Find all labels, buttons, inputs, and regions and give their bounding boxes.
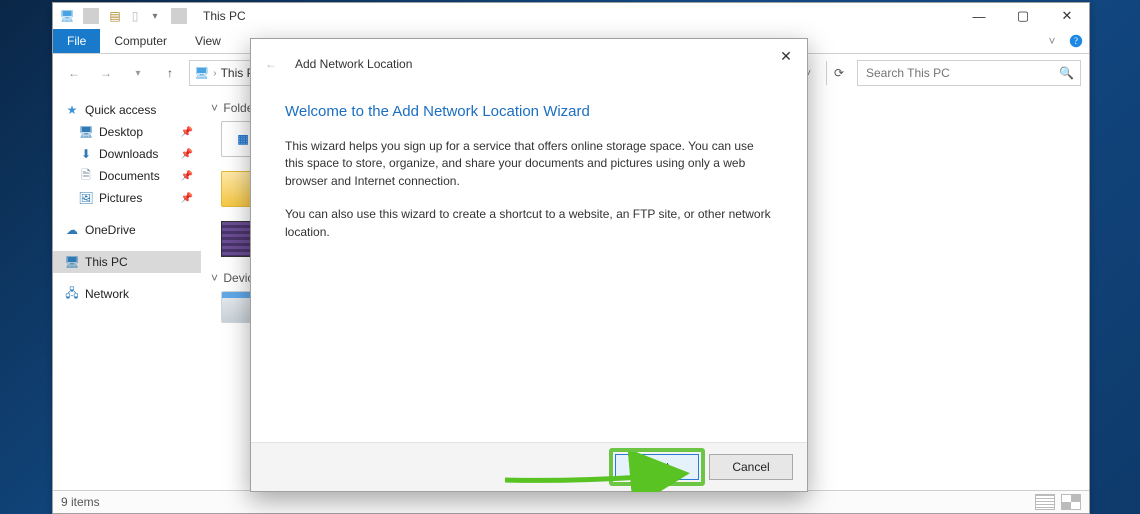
navigation-pane: ★ Quick access 🖥 Desktop 📌 ⬇ Downloads 📌… [53,93,201,490]
sidebar-item-this-pc[interactable]: 🖥 This PC [53,251,201,273]
properties-icon[interactable]: ▤ [107,8,123,24]
sidebar-item-label: Quick access [85,103,156,117]
pin-icon: 📌 [181,127,193,138]
quick-access-toolbar: 🖥 ▤ ▯ ▾ [59,8,197,24]
pc-icon: 🖥 [194,66,209,80]
titlebar: 🖥 ▤ ▯ ▾ This PC — ▢ ✕ [53,3,1089,29]
tab-view[interactable]: View [181,29,235,53]
sidebar-item-downloads[interactable]: ⬇ Downloads 📌 [53,143,201,165]
cancel-button[interactable]: Cancel [709,454,793,480]
large-icons-view-button[interactable] [1061,494,1081,510]
dialog-back-button[interactable]: ← [261,54,281,74]
search-input[interactable] [864,65,1038,81]
nav-up-button[interactable]: ↑ [157,60,183,86]
pin-icon: 📌 [181,193,193,204]
view-switcher [1035,494,1081,510]
documents-icon: 🗎 [79,169,93,183]
tab-file[interactable]: File [53,29,100,53]
close-button[interactable]: ✕ [1045,3,1089,29]
desktop-icon: 🖥 [79,125,93,139]
sidebar-item-network[interactable]: 🖧 Network [53,283,201,305]
tab-computer[interactable]: Computer [100,29,181,53]
sidebar-item-label: Documents [99,169,160,183]
separator [83,8,99,24]
chevron-down-icon: ˅ [211,271,218,285]
status-bar: 9 items [53,490,1089,513]
pin-icon: 📌 [181,149,193,160]
dialog-footer: Next Cancel [251,442,807,491]
star-icon: ★ [65,103,79,117]
pin-icon: 📌 [181,171,193,182]
dialog-close-button[interactable]: ✕ [773,45,799,67]
maximize-button[interactable]: ▢ [1001,3,1045,29]
add-network-location-wizard: ✕ ← Add Network Location Welcome to the … [250,38,808,492]
network-icon: 🖧 [65,287,79,301]
sidebar-item-label: Downloads [99,147,158,161]
nav-recent-dropdown[interactable]: ▾ [125,60,151,86]
cloud-icon: ☁ [65,223,79,237]
refresh-button[interactable]: ⟳ [826,61,851,85]
sidebar-item-label: OneDrive [85,223,136,237]
next-button[interactable]: Next [615,454,699,480]
chevron-down-icon: ˅ [211,101,218,115]
dialog-title: Add Network Location [295,57,412,71]
minimize-button[interactable]: — [957,3,1001,29]
new-folder-icon[interactable]: ▯ [127,8,143,24]
nav-back-button[interactable]: ← [61,60,87,86]
window-title: This PC [203,9,246,23]
nav-forward-button[interactable]: → [93,60,119,86]
dialog-paragraph: This wizard helps you sign up for a serv… [285,138,773,190]
sidebar-item-label: Pictures [99,191,142,205]
pictures-icon: 🖼 [79,191,93,205]
ribbon-expand-icon[interactable]: ˅ [1041,29,1063,53]
qat-dropdown-icon[interactable]: ▾ [147,8,163,24]
separator [171,8,187,24]
pc-icon: 🖥 [65,255,79,269]
svg-text:?: ? [1074,36,1078,46]
dialog-body: Welcome to the Add Network Location Wiza… [251,89,807,442]
sidebar-item-label: This PC [85,255,128,269]
status-item-count: 9 items [61,495,100,509]
search-icon: 🔍 [1059,66,1074,80]
downloads-icon: ⬇ [79,147,93,161]
sidebar-item-quick-access[interactable]: ★ Quick access [53,99,201,121]
sidebar-item-onedrive[interactable]: ☁ OneDrive [53,219,201,241]
details-view-button[interactable] [1035,494,1055,510]
help-icon[interactable]: ? [1063,29,1089,53]
dialog-paragraph: You can also use this wizard to create a… [285,206,773,241]
sidebar-item-label: Network [85,287,129,301]
sidebar-item-documents[interactable]: 🗎 Documents 📌 [53,165,201,187]
sidebar-item-desktop[interactable]: 🖥 Desktop 📌 [53,121,201,143]
sidebar-item-label: Desktop [99,125,143,139]
dialog-heading: Welcome to the Add Network Location Wiza… [285,103,773,120]
sidebar-item-pictures[interactable]: 🖼 Pictures 📌 [53,187,201,209]
search-box[interactable]: 🔍 [857,60,1081,86]
dialog-header: ← Add Network Location [251,39,807,89]
chevron-right-icon: › [213,68,216,79]
app-icon: 🖥 [59,8,75,24]
